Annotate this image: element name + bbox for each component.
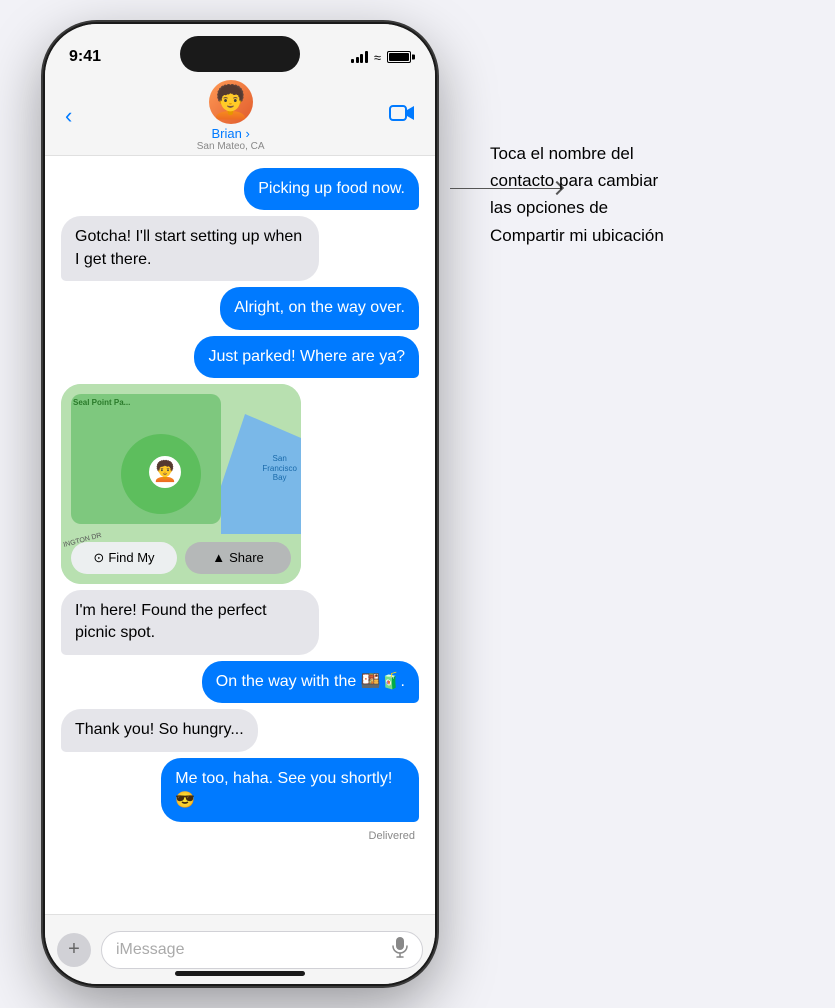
battery-icon bbox=[387, 51, 411, 63]
message-row-map[interactable]: Seal Point Pa... SanFranciscoBay INGTON … bbox=[61, 384, 419, 584]
signal-bars-icon bbox=[351, 51, 368, 63]
message-input-field[interactable]: iMessage bbox=[101, 931, 423, 969]
share-label: Share bbox=[229, 550, 264, 565]
phone-frame: 9:41 ≈ ‹ 🧑‍🦱 Brian › San Mateo, CA bbox=[45, 24, 435, 984]
message-bubble-sent: On the way with the 🍱🧃. bbox=[202, 661, 419, 703]
contact-info[interactable]: 🧑‍🦱 Brian › San Mateo, CA bbox=[197, 80, 265, 152]
message-row: Just parked! Where are ya? bbox=[61, 336, 419, 378]
contact-location: San Mateo, CA bbox=[197, 141, 265, 152]
message-row: Gotcha! I'll start setting up when I get… bbox=[61, 216, 419, 281]
annotation-text: Toca el nombre delcontacto para cambiarl… bbox=[490, 140, 664, 249]
findmy-label: Find My bbox=[108, 550, 154, 565]
phone-area: 9:41 ≈ ‹ 🧑‍🦱 Brian › San Mateo, CA bbox=[0, 0, 480, 1008]
contact-name[interactable]: Brian › bbox=[212, 126, 250, 141]
plus-icon: + bbox=[68, 938, 80, 961]
message-bubble-received: Thank you! So hungry... bbox=[61, 709, 258, 751]
dynamic-island bbox=[180, 36, 300, 72]
home-indicator bbox=[175, 971, 305, 976]
avatar-emoji: 🧑‍🦱 bbox=[211, 86, 251, 118]
map-action-buttons: ⊙ Find My ▲ Share bbox=[71, 542, 291, 574]
back-button[interactable]: ‹ bbox=[65, 103, 72, 129]
status-time: 9:41 bbox=[69, 48, 101, 66]
battery-fill bbox=[389, 53, 409, 61]
map-bubble[interactable]: Seal Point Pa... SanFranciscoBay INGTON … bbox=[61, 384, 301, 584]
video-call-button[interactable] bbox=[389, 104, 415, 128]
message-bubble-sent: Alright, on the way over. bbox=[220, 287, 419, 329]
messages-area[interactable]: Picking up food now. Gotcha! I'll start … bbox=[45, 156, 435, 914]
bay-label: SanFranciscoBay bbox=[262, 454, 297, 483]
nav-header: ‹ 🧑‍🦱 Brian › San Mateo, CA bbox=[45, 76, 435, 156]
add-attachment-button[interactable]: + bbox=[57, 933, 91, 967]
message-row: Alright, on the way over. bbox=[61, 287, 419, 329]
message-row: Picking up food now. bbox=[61, 168, 419, 210]
message-row: Me too, haha. See you shortly! 😎 bbox=[61, 758, 419, 823]
annotation-area: Toca el nombre delcontacto para cambiarl… bbox=[480, 0, 835, 1008]
message-bubble-received: I'm here! Found the perfect picnic spot. bbox=[61, 590, 319, 655]
message-row: Thank you! So hungry... bbox=[61, 709, 419, 751]
message-bubble-sent: Me too, haha. See you shortly! 😎 bbox=[161, 758, 419, 823]
park-label: Seal Point Pa... bbox=[73, 398, 130, 407]
message-row: I'm here! Found the perfect picnic spot. bbox=[61, 590, 419, 655]
avatar: 🧑‍🦱 bbox=[209, 80, 253, 124]
message-bubble-received: Gotcha! I'll start setting up when I get… bbox=[61, 216, 319, 281]
message-bubble-sent: Picking up food now. bbox=[244, 168, 419, 210]
share-location-button[interactable]: ▲ Share bbox=[185, 542, 291, 574]
status-icons: ≈ bbox=[351, 50, 411, 65]
user-location-pin: 🧑‍🦱 bbox=[149, 456, 181, 488]
find-my-button[interactable]: ⊙ Find My bbox=[71, 542, 177, 574]
message-bubble-sent: Just parked! Where are ya? bbox=[194, 336, 419, 378]
input-placeholder: iMessage bbox=[116, 941, 184, 959]
findmy-icon: ⊙ bbox=[93, 550, 104, 566]
delivered-status: Delivered bbox=[61, 830, 419, 842]
status-bar: 9:41 ≈ bbox=[45, 24, 435, 76]
message-row: On the way with the 🍱🧃. bbox=[61, 661, 419, 703]
wifi-icon: ≈ bbox=[374, 50, 381, 65]
share-icon: ▲ bbox=[212, 550, 225, 565]
microphone-icon[interactable] bbox=[392, 936, 408, 963]
